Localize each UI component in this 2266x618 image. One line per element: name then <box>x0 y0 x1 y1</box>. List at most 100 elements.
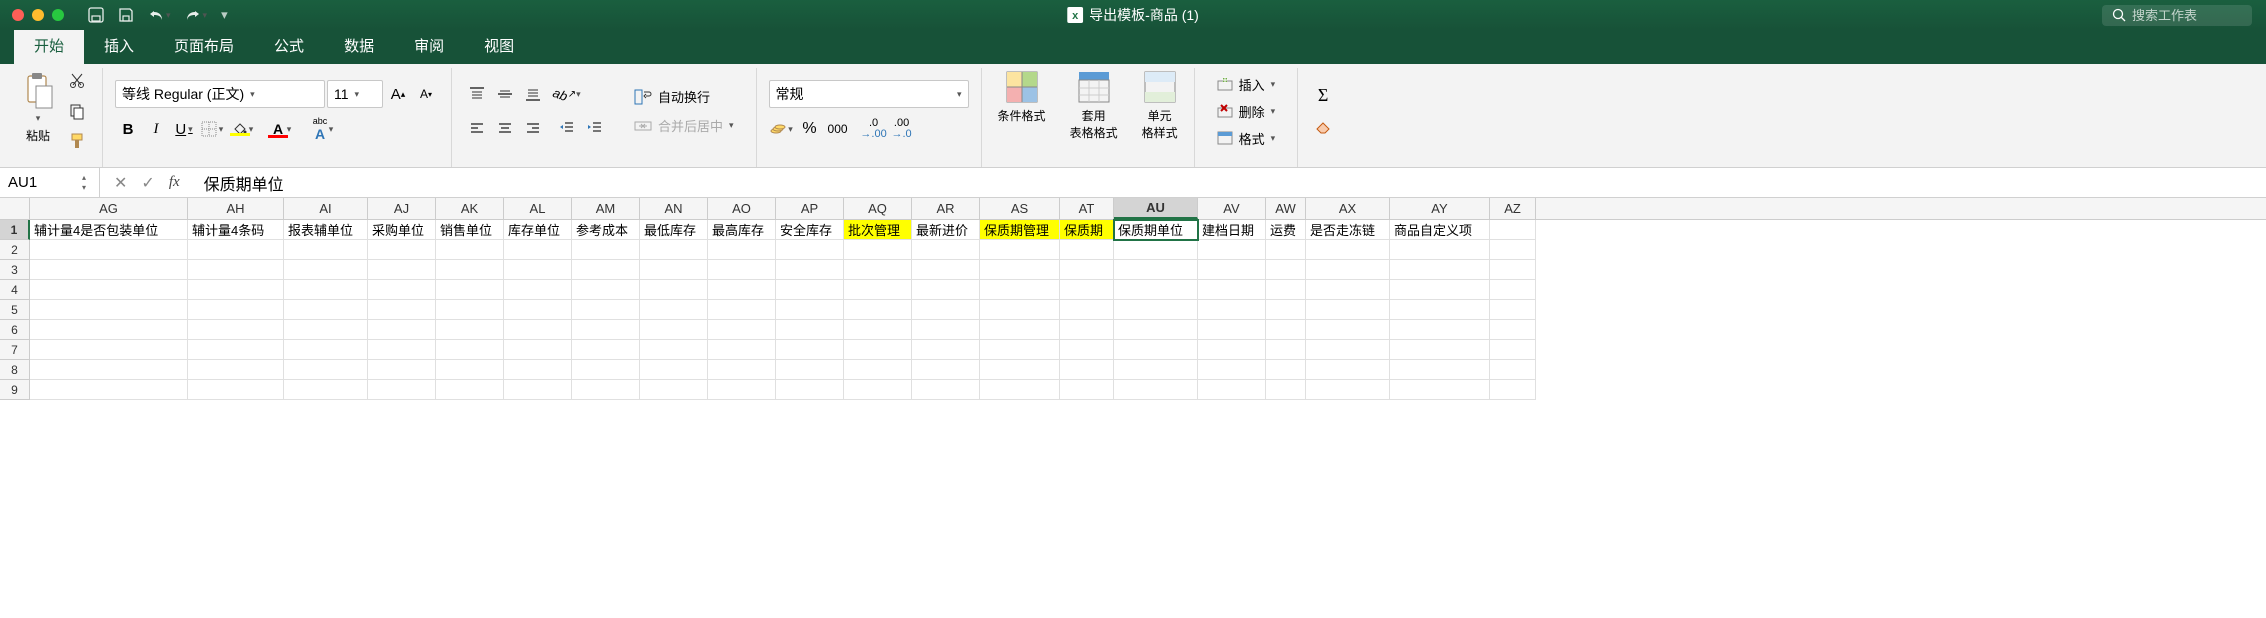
cell-AL5[interactable] <box>504 300 572 320</box>
cell-AV6[interactable] <box>1198 320 1266 340</box>
cell-AV9[interactable] <box>1198 380 1266 400</box>
cell-AK2[interactable] <box>436 240 504 260</box>
cell-AY5[interactable] <box>1390 300 1490 320</box>
cell-AI4[interactable] <box>284 280 368 300</box>
cell-AO6[interactable] <box>708 320 776 340</box>
cell-AY9[interactable] <box>1390 380 1490 400</box>
decrease-decimal-button[interactable]: .00→.0 <box>889 116 915 142</box>
cell-AN7[interactable] <box>640 340 708 360</box>
cell-AK8[interactable] <box>436 360 504 380</box>
spreadsheet-grid[interactable]: AGAHAIAJAKALAMANAOAPAQARASATAUAVAWAXAYAZ… <box>0 198 2266 400</box>
orientation-button[interactable]: ab↗▾ <box>554 81 580 107</box>
cell-AP3[interactable] <box>776 260 844 280</box>
cell-AH9[interactable] <box>188 380 284 400</box>
cell-AO3[interactable] <box>708 260 776 280</box>
row-header-8[interactable]: 8 <box>0 360 30 380</box>
cell-AO7[interactable] <box>708 340 776 360</box>
cell-AO8[interactable] <box>708 360 776 380</box>
cell-AU3[interactable] <box>1114 260 1198 280</box>
cell-AU2[interactable] <box>1114 240 1198 260</box>
cell-AU8[interactable] <box>1114 360 1198 380</box>
format-cells-button[interactable]: 格式▾ <box>1207 127 1286 150</box>
cell-AZ3[interactable] <box>1490 260 1536 280</box>
column-header-AR[interactable]: AR <box>912 198 980 219</box>
cell-AY1[interactable]: 商品自定义项 <box>1390 220 1490 240</box>
cell-AH1[interactable]: 辅计量4条码 <box>188 220 284 240</box>
cell-AK1[interactable]: 销售单位 <box>436 220 504 240</box>
column-header-AQ[interactable]: AQ <box>844 198 912 219</box>
cell-AJ7[interactable] <box>368 340 436 360</box>
cell-AR7[interactable] <box>912 340 980 360</box>
cell-AY8[interactable] <box>1390 360 1490 380</box>
row-header-1[interactable]: 1 <box>0 220 30 240</box>
cell-AY7[interactable] <box>1390 340 1490 360</box>
cell-AX5[interactable] <box>1306 300 1390 320</box>
fill-color-button[interactable]: ▾ <box>227 116 253 142</box>
row-header-4[interactable]: 4 <box>0 280 30 300</box>
qat-customize[interactable]: ▾ <box>221 7 228 23</box>
cell-AZ1[interactable] <box>1490 220 1536 240</box>
cell-AL9[interactable] <box>504 380 572 400</box>
align-middle-button[interactable] <box>492 81 518 107</box>
cell-AV7[interactable] <box>1198 340 1266 360</box>
cell-AG5[interactable] <box>30 300 188 320</box>
cell-AM6[interactable] <box>572 320 640 340</box>
cell-AW5[interactable] <box>1266 300 1306 320</box>
conditional-format-button[interactable]: 条件格式 <box>994 68 1050 126</box>
column-header-AW[interactable]: AW <box>1266 198 1306 219</box>
cell-AH3[interactable] <box>188 260 284 280</box>
column-header-AS[interactable]: AS <box>980 198 1060 219</box>
cell-AS7[interactable] <box>980 340 1060 360</box>
cell-AH7[interactable] <box>188 340 284 360</box>
cell-AL2[interactable] <box>504 240 572 260</box>
cell-AM4[interactable] <box>572 280 640 300</box>
cell-AX8[interactable] <box>1306 360 1390 380</box>
cell-AQ8[interactable] <box>844 360 912 380</box>
cell-AG2[interactable] <box>30 240 188 260</box>
minimize-window-button[interactable] <box>32 9 44 21</box>
save-icon[interactable] <box>118 7 134 23</box>
cell-AQ6[interactable] <box>844 320 912 340</box>
cell-AS4[interactable] <box>980 280 1060 300</box>
cell-AV2[interactable] <box>1198 240 1266 260</box>
cell-AR1[interactable]: 最新进价 <box>912 220 980 240</box>
cell-AY4[interactable] <box>1390 280 1490 300</box>
cell-AJ3[interactable] <box>368 260 436 280</box>
cell-AS5[interactable] <box>980 300 1060 320</box>
cell-AN4[interactable] <box>640 280 708 300</box>
cell-AM2[interactable] <box>572 240 640 260</box>
cell-AT9[interactable] <box>1060 380 1114 400</box>
accept-formula-button[interactable]: ✓ <box>141 173 154 193</box>
cell-AI6[interactable] <box>284 320 368 340</box>
cell-AQ3[interactable] <box>844 260 912 280</box>
cell-AI7[interactable] <box>284 340 368 360</box>
cell-AI3[interactable] <box>284 260 368 280</box>
cell-AI1[interactable]: 报表辅单位 <box>284 220 368 240</box>
borders-button[interactable]: ▾ <box>199 116 225 142</box>
row-header-9[interactable]: 9 <box>0 380 30 400</box>
cell-AG4[interactable] <box>30 280 188 300</box>
cell-AP4[interactable] <box>776 280 844 300</box>
cell-AY2[interactable] <box>1390 240 1490 260</box>
cell-AX3[interactable] <box>1306 260 1390 280</box>
cell-AQ1[interactable]: 批次管理 <box>844 220 912 240</box>
tab-插入[interactable]: 插入 <box>84 27 154 64</box>
increase-decimal-button[interactable]: .0→.00 <box>861 116 887 142</box>
row-header-6[interactable]: 6 <box>0 320 30 340</box>
cell-AG1[interactable]: 辅计量4是否包装单位 <box>30 220 188 240</box>
cell-AP8[interactable] <box>776 360 844 380</box>
cell-AJ1[interactable]: 采购单位 <box>368 220 436 240</box>
cell-AH8[interactable] <box>188 360 284 380</box>
undo-button[interactable]: ▾ <box>148 8 171 22</box>
cell-AO1[interactable]: 最高库存 <box>708 220 776 240</box>
cell-AJ6[interactable] <box>368 320 436 340</box>
cell-AZ8[interactable] <box>1490 360 1536 380</box>
column-header-AK[interactable]: AK <box>436 198 504 219</box>
currency-button[interactable]: ▾ <box>769 116 795 142</box>
align-left-button[interactable] <box>464 115 490 141</box>
font-name-select[interactable]: 等线 Regular (正文)▾ <box>115 80 325 108</box>
cell-AL7[interactable] <box>504 340 572 360</box>
namebox-down[interactable]: ▾ <box>77 183 91 193</box>
paste-button[interactable]: ▾ 粘贴 <box>18 68 58 146</box>
format-painter-button[interactable] <box>64 128 90 154</box>
